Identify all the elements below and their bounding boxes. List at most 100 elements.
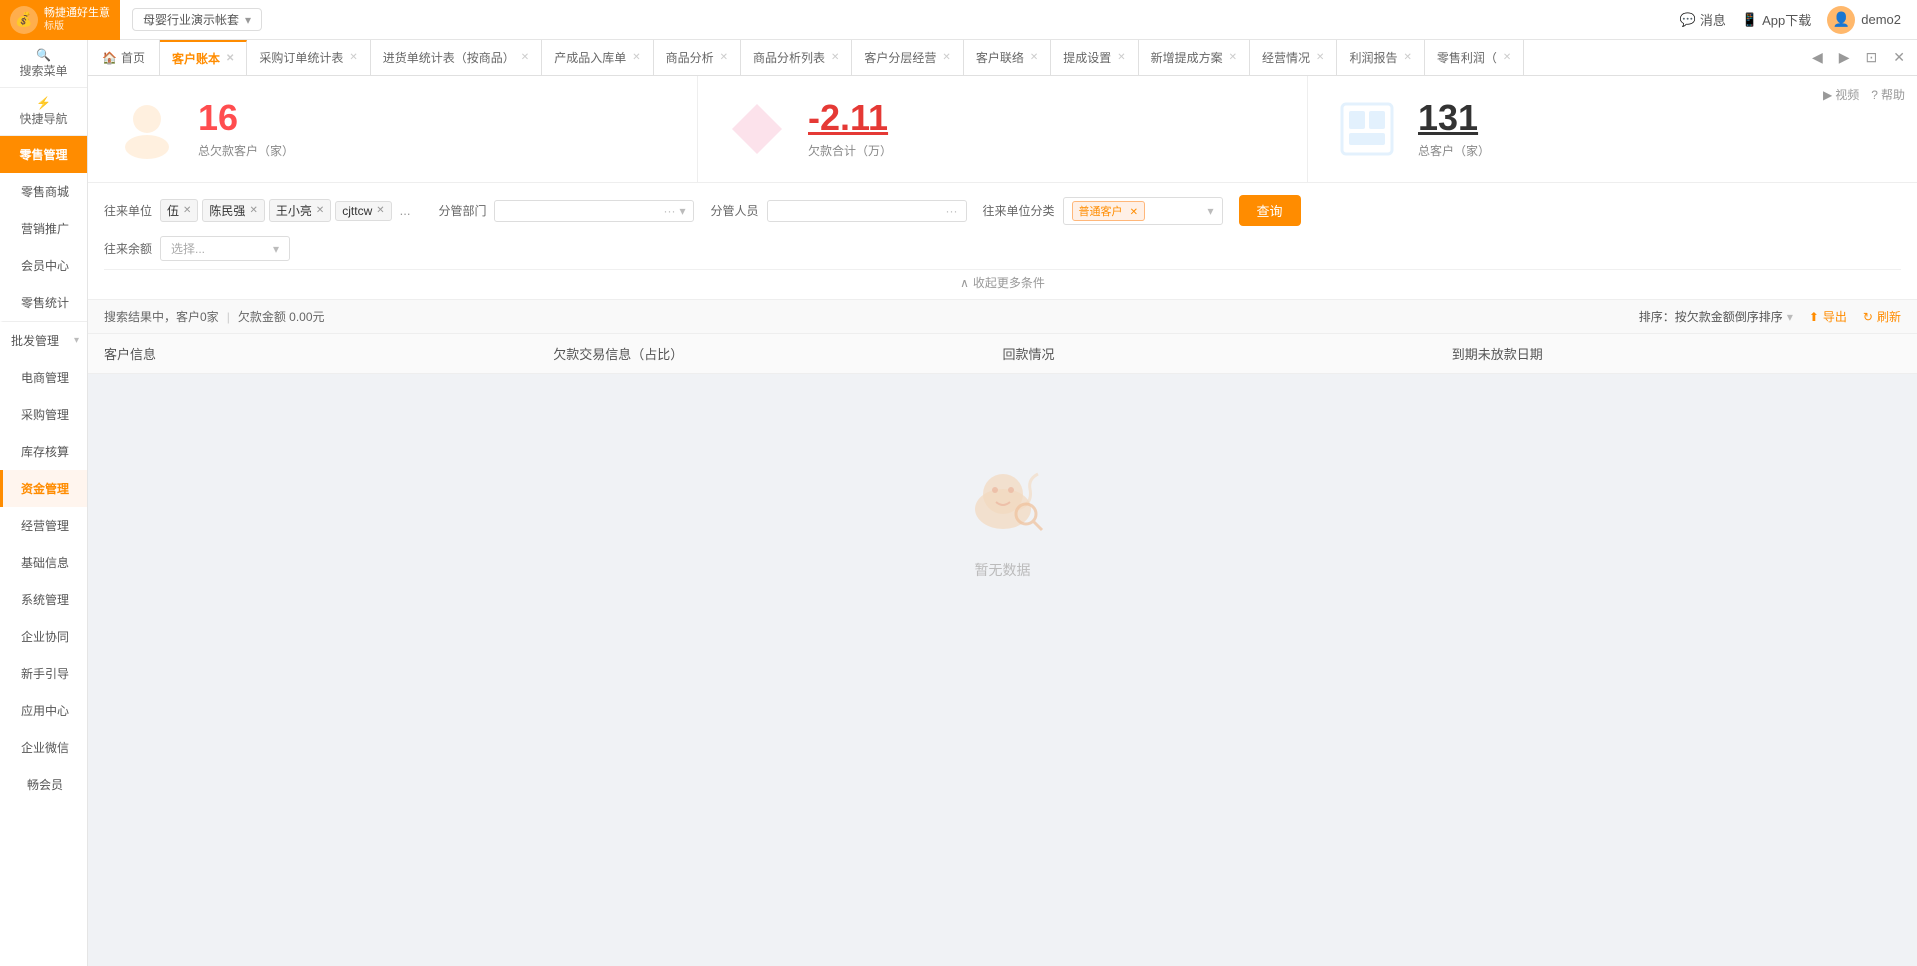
close-icon[interactable]: ✕ <box>1130 207 1138 218</box>
help-label: 帮助 <box>1881 86 1905 103</box>
sidebar-item-member-center[interactable]: 会员中心 <box>0 247 87 284</box>
close-icon[interactable]: ✕ <box>1316 52 1324 63</box>
sidebar-item-purchase-mgmt[interactable]: 采购管理 <box>0 396 87 433</box>
search-icon: 🔍 <box>36 48 51 62</box>
close-icon[interactable]: ✕ <box>249 205 257 216</box>
person-select[interactable]: ··· <box>767 200 967 222</box>
store-selector[interactable]: 母婴行业演示帐套 ▾ <box>132 8 262 31</box>
sidebar-item-label: 基础信息 <box>7 554 83 571</box>
tab-customer-contact[interactable]: 客户联络 ✕ <box>964 40 1051 76</box>
close-icon[interactable]: ✕ <box>1403 52 1411 63</box>
tab-product-analysis[interactable]: 商品分析 ✕ <box>654 40 741 76</box>
close-icon[interactable]: ✕ <box>226 53 234 64</box>
sidebar-item-label: 企业协同 <box>7 628 83 645</box>
tab-new-tips-plan[interactable]: 新增提成方案 ✕ <box>1139 40 1250 76</box>
sidebar-item-inventory[interactable]: 库存核算 <box>0 433 87 470</box>
sidebar-item-wholesale-mgmt[interactable]: 批发管理 ▾ <box>0 321 87 359</box>
export-icon: ⬆ <box>1809 310 1819 324</box>
stats-row: 16 总欠款客户（家） ¥ -2.11 欠款合计（万） <box>88 76 1917 183</box>
top-right-actions: 💬 消息 📱 App下载 👤 demo2 <box>1680 6 1917 34</box>
close-icon[interactable]: ✕ <box>942 52 950 63</box>
filter-more-btn[interactable]: ... <box>396 203 415 218</box>
close-icon[interactable]: ✕ <box>1117 52 1125 63</box>
close-icon[interactable]: ✕ <box>1229 52 1237 63</box>
help-btn[interactable]: ? 帮助 <box>1871 86 1905 103</box>
tab-purchase-order-stats[interactable]: 采购订单统计表 ✕ <box>247 40 370 76</box>
tab-close-all-btn[interactable]: ✕ <box>1887 47 1911 68</box>
sidebar-item-retail-mgmt[interactable]: 零售管理 <box>0 136 87 173</box>
tab-customer-book[interactable]: 客户账本 ✕ <box>160 40 247 76</box>
logo-area[interactable]: 💰 畅捷通好生意 标版 <box>0 0 120 40</box>
filter-row-1: 往来单位 伍 ✕ 陈民强 ✕ 王小亮 ✕ <box>104 195 1901 226</box>
close-icon[interactable]: ✕ <box>831 52 839 63</box>
query-button[interactable]: 查询 <box>1239 195 1301 226</box>
close-icon[interactable]: ✕ <box>1503 52 1511 63</box>
tab-expand-btn[interactable]: ⊡ <box>1860 47 1884 68</box>
tab-profit-report[interactable]: 利润报告 ✕ <box>1337 40 1424 76</box>
app-download-btn[interactable]: 📱 App下载 <box>1742 10 1811 29</box>
close-icon[interactable]: ✕ <box>349 52 357 63</box>
tab-retail-profit[interactable]: 零售利润（ ✕ <box>1425 40 1524 76</box>
video-btn[interactable]: ▶ 视频 <box>1823 86 1859 103</box>
quick-nav-label: 快捷导航 <box>6 110 81 127</box>
close-icon[interactable]: ✕ <box>183 205 191 216</box>
tag-text: 普通客户 <box>1079 206 1123 218</box>
app-download-label: App下载 <box>1762 10 1811 29</box>
play-icon: ▶ <box>1823 88 1832 102</box>
tab-stock-stats[interactable]: 进货单统计表（按商品） ✕ <box>371 40 542 76</box>
empty-state: 暂无数据 <box>88 374 1917 660</box>
tab-label: 利润报告 <box>1349 49 1397 66</box>
tab-next-btn[interactable]: ▶ <box>1833 47 1856 68</box>
close-icon[interactable]: ✕ <box>521 52 529 63</box>
balance-select[interactable]: 选择... ▾ <box>160 236 290 261</box>
unit-class-select[interactable]: 普通客户 ✕ ▾ <box>1063 197 1223 225</box>
avatar: 👤 <box>1827 6 1855 34</box>
tab-home[interactable]: 🏠 首页 <box>88 40 160 76</box>
sidebar-item-ecommerce[interactable]: 电商管理 <box>0 359 87 396</box>
collapse-btn[interactable]: ∧ 收起更多条件 <box>104 269 1901 299</box>
tab-production-stock[interactable]: 产成品入库单 ✕ <box>542 40 653 76</box>
sidebar-item-new-guide[interactable]: 新手引导 <box>0 655 87 692</box>
sidebar-item-basic-info[interactable]: 基础信息 <box>0 544 87 581</box>
close-icon[interactable]: ✕ <box>1030 52 1038 63</box>
tab-label: 进货单统计表（按商品） <box>383 49 515 66</box>
refresh-btn[interactable]: ↻ 刷新 <box>1863 308 1901 325</box>
messages-btn[interactable]: 💬 消息 <box>1680 10 1726 29</box>
unit-label: 往来单位 <box>104 202 152 219</box>
sidebar-item-retail-stats[interactable]: 零售统计 <box>0 284 87 321</box>
sort-selector[interactable]: 排序：按欠款金额倒序排序 ▾ <box>1639 308 1793 325</box>
dept-select[interactable]: ··· ▾ <box>494 200 694 222</box>
export-btn[interactable]: ⬆ 导出 <box>1809 308 1847 325</box>
sidebar-item-operation-mgmt[interactable]: 经营管理 <box>0 507 87 544</box>
close-icon[interactable]: ✕ <box>720 52 728 63</box>
tab-operation-status[interactable]: 经营情况 ✕ <box>1250 40 1337 76</box>
sidebar-item-app-center[interactable]: 应用中心 <box>0 692 87 729</box>
sidebar-quick-nav[interactable]: ⚡ 快捷导航 <box>0 88 87 136</box>
close-icon[interactable]: ✕ <box>376 205 384 216</box>
col-customer-info: 客户信息 <box>104 344 553 363</box>
expand-icon: ▾ <box>74 335 79 346</box>
chevron-down-icon: ▾ <box>1787 310 1793 324</box>
user-area[interactable]: 👤 demo2 <box>1827 6 1901 34</box>
tab-label: 产成品入库单 <box>554 49 626 66</box>
tag-value-wang: 王小亮 <box>276 202 312 219</box>
sidebar-search[interactable]: 🔍 搜索菜单 <box>0 40 87 88</box>
top-bar: 💰 畅捷通好生意 标版 母婴行业演示帐套 ▾ 💬 消息 📱 App下载 👤 de… <box>0 0 1917 40</box>
tab-product-analysis-list[interactable]: 商品分析列表 ✕ <box>741 40 852 76</box>
balance-label: 往来余额 <box>104 240 152 257</box>
sidebar-item-enterprise-collab[interactable]: 企业协同 <box>0 618 87 655</box>
tab-prev-btn[interactable]: ◀ <box>1806 47 1829 68</box>
messages-label: 消息 <box>1700 10 1726 29</box>
sidebar-item-retail-mall[interactable]: 零售商城 <box>0 173 87 210</box>
col-label: 欠款交易信息（占比） <box>553 347 683 362</box>
close-icon[interactable]: ✕ <box>632 52 640 63</box>
filter-row-2: 往来余额 选择... ▾ <box>104 236 1901 261</box>
sidebar-item-marketing[interactable]: 营销推广 <box>0 210 87 247</box>
sidebar-item-enterprise-wechat[interactable]: 企业微信 <box>0 729 87 766</box>
close-icon[interactable]: ✕ <box>316 205 324 216</box>
sidebar-item-system-mgmt[interactable]: 系统管理 <box>0 581 87 618</box>
sidebar-item-finance-mgmt[interactable]: 资金管理 <box>0 470 87 507</box>
tab-tips-settings[interactable]: 提成设置 ✕ <box>1051 40 1138 76</box>
tab-customer-segment[interactable]: 客户分层经营 ✕ <box>852 40 963 76</box>
sidebar-item-member-vip[interactable]: 畅会员 <box>0 766 87 803</box>
